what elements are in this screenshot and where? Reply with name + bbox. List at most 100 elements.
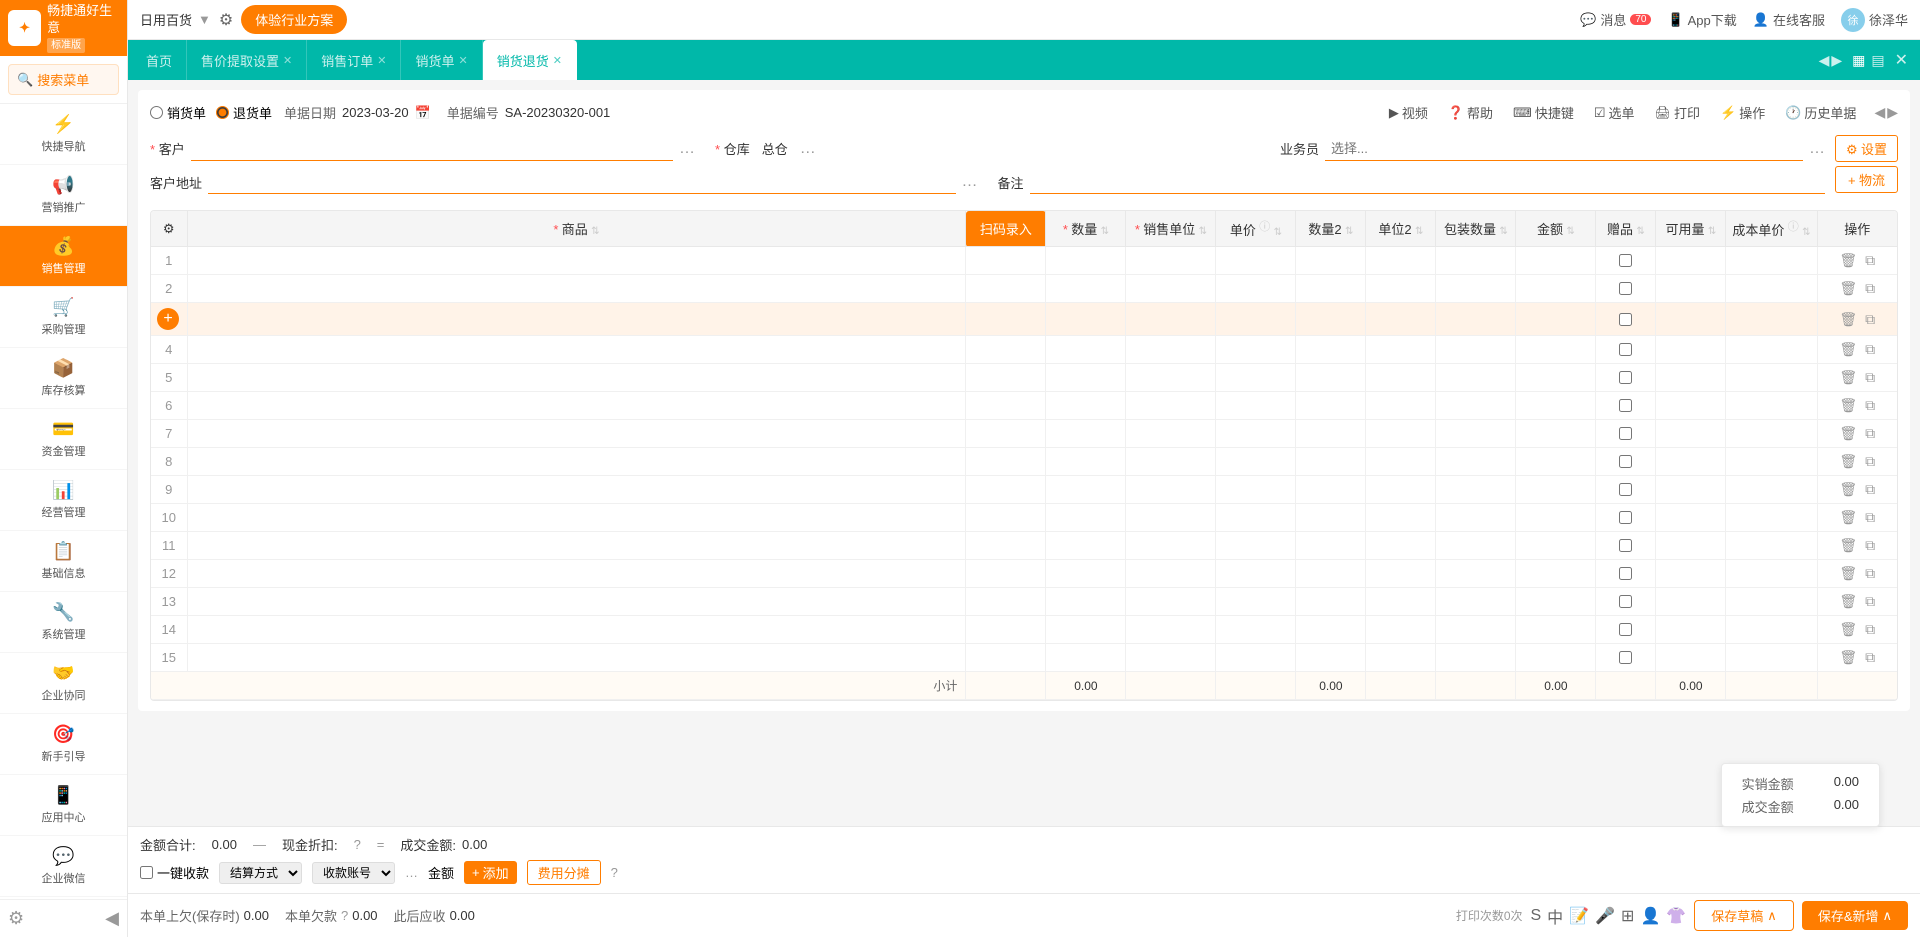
th-scan[interactable]: 扫码录入: [966, 211, 1046, 247]
split-help-icon[interactable]: ?: [611, 865, 618, 880]
payment-account-select[interactable]: 收款账号: [312, 862, 395, 884]
sidebar-item-quick-nav[interactable]: ⚡ 快捷导航: [0, 104, 127, 165]
taskbar-icon-7[interactable]: 👚: [1666, 906, 1686, 926]
settings-side-button[interactable]: ⚙ 设置: [1835, 135, 1898, 162]
sidebar-item-apps[interactable]: 📱 应用中心: [0, 775, 127, 836]
taskbar-icon-5[interactable]: ⊞: [1621, 906, 1634, 926]
qty2-cell[interactable]: [1296, 247, 1366, 275]
price-sort-icon[interactable]: ⇅: [1274, 227, 1282, 238]
tab-sales-delivery[interactable]: 销货单 ✕: [401, 40, 482, 80]
avail-cell[interactable]: [1656, 247, 1726, 275]
split-button[interactable]: 费用分摊: [527, 860, 601, 885]
sidebar-item-inventory[interactable]: 📦 库存核算: [0, 348, 127, 409]
gift-checkbox[interactable]: [1619, 427, 1632, 440]
delete-row-icon[interactable]: 🗑: [1839, 509, 1857, 526]
copy-row-icon[interactable]: ⧉: [1865, 425, 1875, 442]
gift-checkbox[interactable]: [1619, 511, 1632, 524]
gift-checkbox[interactable]: [1619, 539, 1632, 552]
radio-delivery-input[interactable]: [150, 106, 163, 119]
gift-checkbox[interactable]: [1619, 623, 1632, 636]
price-tip-icon[interactable]: ⓘ: [1259, 221, 1270, 233]
tab-sales-return[interactable]: 销货退货 ✕: [483, 40, 577, 80]
active-row-goods-input[interactable]: [194, 312, 960, 327]
sidebar-item-system[interactable]: 🔧 系统管理: [0, 592, 127, 653]
delete-row-icon[interactable]: 🗑: [1839, 649, 1857, 666]
gift-checkbox[interactable]: [1619, 455, 1632, 468]
amount-cell[interactable]: [1516, 247, 1596, 275]
delete-row-icon[interactable]: 🗑: [1839, 537, 1857, 554]
cost-sort-icon[interactable]: ⇅: [1802, 227, 1810, 238]
sidebar-collapse-icon[interactable]: ◀: [105, 908, 119, 929]
copy-row-icon[interactable]: ⧉: [1865, 280, 1875, 297]
one-click-payment[interactable]: 一键收款: [140, 863, 209, 882]
delete-row-icon[interactable]: 🗑: [1839, 481, 1857, 498]
add-payment-button[interactable]: + 添加: [464, 861, 517, 884]
add-row-button[interactable]: +: [157, 308, 179, 330]
form-prev-icon[interactable]: ◀: [1874, 104, 1885, 121]
sidebar-item-wechat[interactable]: 💬 企业微信: [0, 836, 127, 897]
gift-cell[interactable]: [1596, 247, 1656, 275]
sidebar-item-operations[interactable]: 📊 经营管理: [0, 470, 127, 531]
price-cell[interactable]: [1216, 247, 1296, 275]
unit-sort-icon[interactable]: ⇅: [1199, 226, 1207, 237]
topbar-gear-icon[interactable]: ⚙: [219, 10, 233, 30]
online-service-button[interactable]: 👤 在线客服: [1753, 10, 1825, 29]
copy-row-icon[interactable]: ⧉: [1865, 369, 1875, 386]
copy-row-icon[interactable]: ⧉: [1865, 537, 1875, 554]
video-button[interactable]: ▶ 视频: [1383, 100, 1434, 125]
remarks-input[interactable]: [1030, 170, 1825, 194]
delete-row-icon[interactable]: 🗑: [1839, 425, 1857, 442]
sidebar-item-marketing[interactable]: 📢 营销推广: [0, 165, 127, 226]
avail-sort-icon[interactable]: ⇅: [1708, 226, 1716, 237]
user-info[interactable]: 徐 徐泽华: [1841, 8, 1908, 32]
gift-checkbox[interactable]: [1619, 483, 1632, 496]
print-button[interactable]: 🖨 打印: [1649, 100, 1707, 125]
logistics-side-button[interactable]: + 物流: [1835, 166, 1898, 193]
tab-sales-order-close[interactable]: ✕: [377, 54, 386, 67]
gift-checkbox[interactable]: [1619, 595, 1632, 608]
delete-row-icon[interactable]: 🗑: [1839, 369, 1857, 386]
copy-row-icon[interactable]: ⧉: [1865, 397, 1875, 414]
unit2-sort-icon[interactable]: ⇅: [1415, 226, 1423, 237]
goods-sort-icon[interactable]: ⇅: [591, 226, 599, 237]
cost-tip-icon[interactable]: ⓘ: [1788, 221, 1799, 233]
select-button[interactable]: ☑ 选单: [1588, 100, 1641, 125]
th-settings[interactable]: ⚙: [151, 211, 187, 247]
radio-return-input[interactable]: [216, 106, 229, 119]
qty-cell[interactable]: [1046, 247, 1126, 275]
gift-checkbox[interactable]: [1619, 651, 1632, 664]
gift-checkbox[interactable]: [1619, 282, 1632, 295]
customer-dots-icon[interactable]: …: [679, 140, 695, 158]
save-new-button[interactable]: 保存&新增 ∧: [1802, 901, 1908, 930]
taskbar-icon-3[interactable]: 📝: [1569, 906, 1589, 926]
shortcut-button[interactable]: ⌨ 快捷键: [1507, 100, 1580, 125]
warehouse-dots-icon[interactable]: …: [800, 140, 816, 158]
copy-row-icon[interactable]: ⧉: [1865, 453, 1875, 470]
unit2-cell[interactable]: [1366, 247, 1436, 275]
taskbar-icon-1[interactable]: S: [1531, 907, 1542, 925]
qty-sort-icon[interactable]: ⇅: [1101, 226, 1109, 237]
customer-input[interactable]: [191, 137, 673, 161]
gift-checkbox[interactable]: [1619, 567, 1632, 580]
search-menu-button[interactable]: 🔍 搜索菜单: [8, 64, 119, 95]
tab-next-icon[interactable]: ▶: [1831, 52, 1842, 69]
delete-row-icon[interactable]: 🗑: [1839, 252, 1857, 269]
tab-price-extract[interactable]: 售价提取设置 ✕: [187, 40, 307, 80]
delete-row-icon[interactable]: 🗑: [1839, 565, 1857, 582]
discount-help-icon[interactable]: ?: [354, 837, 361, 852]
save-draft-button[interactable]: 保存草稿 ∧: [1694, 900, 1794, 931]
gift-checkbox[interactable]: [1619, 399, 1632, 412]
goods-cell[interactable]: [187, 247, 966, 275]
list-view-icon[interactable]: ▤: [1869, 50, 1886, 71]
experience-button[interactable]: 体验行业方案: [241, 5, 347, 34]
op-button[interactable]: ⚡ 操作: [1714, 100, 1771, 125]
gift-checkbox[interactable]: [1619, 343, 1632, 356]
tab-sales-order[interactable]: 销售订单 ✕: [307, 40, 401, 80]
message-button[interactable]: 💬 消息 70: [1580, 10, 1651, 29]
radio-return[interactable]: 退货单: [216, 103, 272, 122]
form-next-icon[interactable]: ▶: [1887, 104, 1898, 121]
copy-row-icon[interactable]: ⧉: [1865, 621, 1875, 638]
address-input[interactable]: [208, 170, 955, 194]
staff-input[interactable]: [1325, 137, 1803, 161]
sidebar-item-sales[interactable]: 💰 销售管理: [0, 226, 127, 287]
